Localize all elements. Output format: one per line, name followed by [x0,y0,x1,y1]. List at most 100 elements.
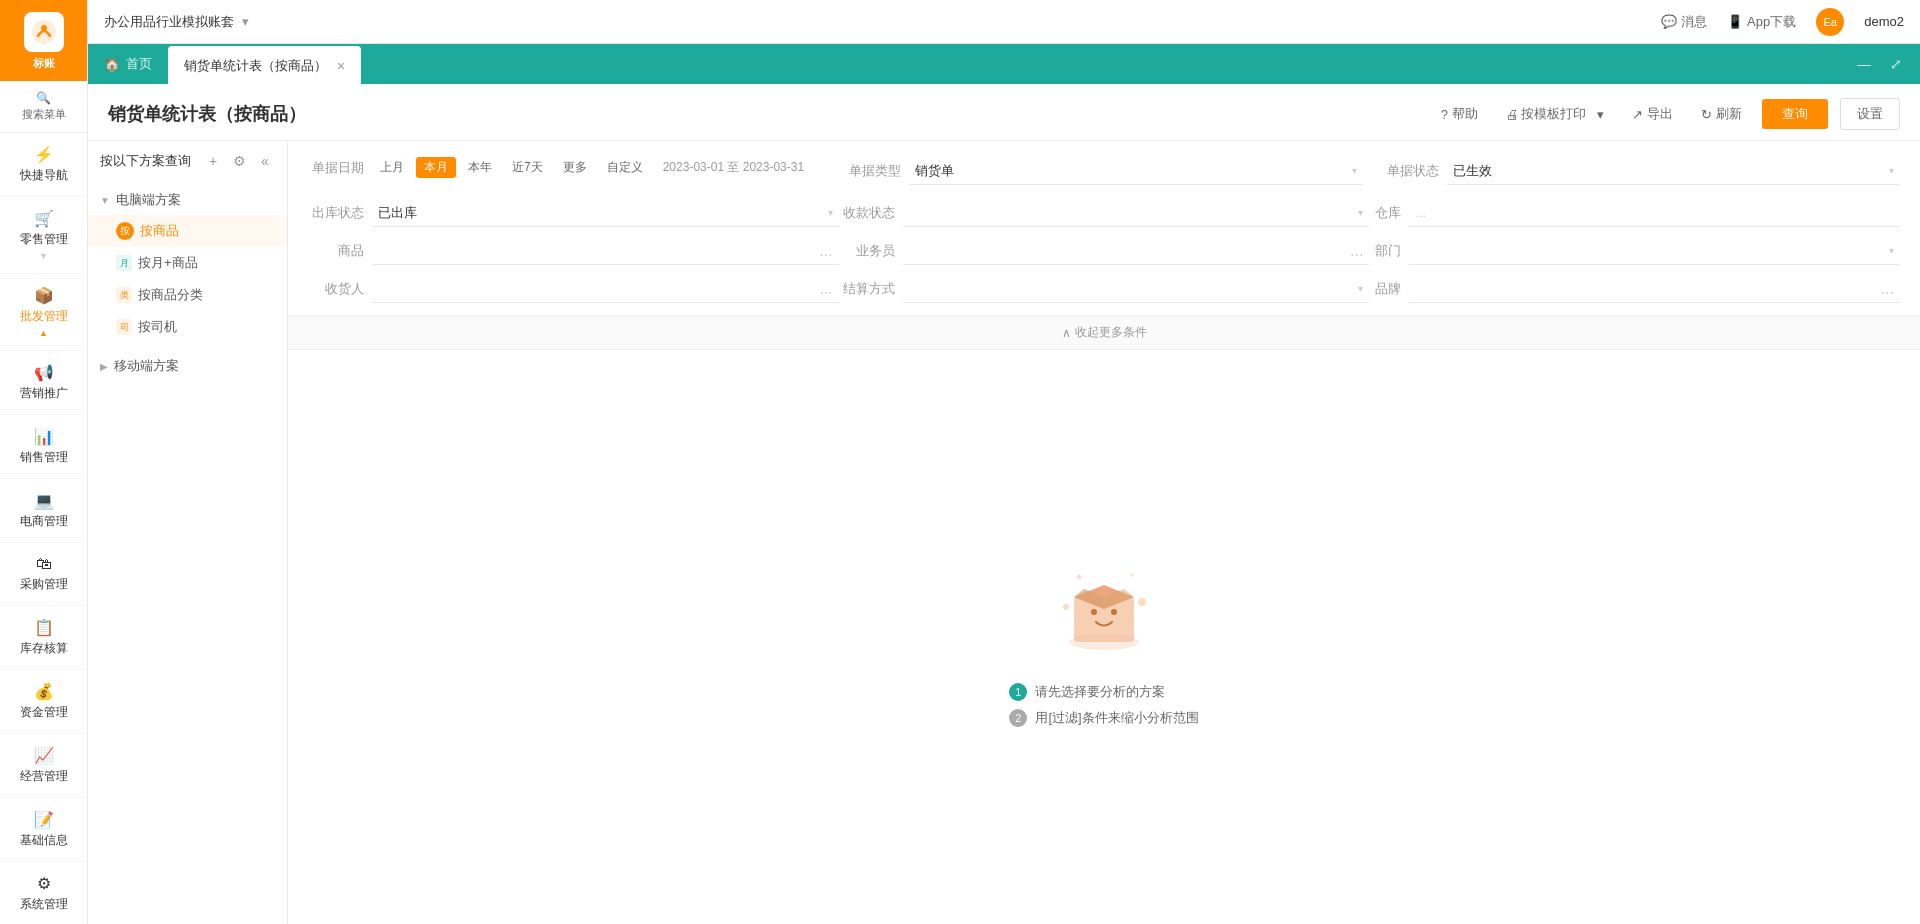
sidebar-item-retail[interactable]: 🛒 零售管理 ▼ [0,197,87,274]
date-tab-this-month[interactable]: 本月 [416,157,456,178]
date-tab-custom[interactable]: 自定义 [599,157,651,178]
payment-select[interactable]: ▾ [903,275,1370,303]
marketing-icon: 📢 [34,363,54,382]
search-label: 搜索菜单 [0,107,87,122]
warehouse-label: 仓库 [1369,204,1409,222]
date-filter-cell: 单据日期 上月 本月 本年 近7天 更多 自定义 [308,153,825,182]
tree-group-desktop[interactable]: ▼ 电脑端方案 [88,185,287,215]
doc-type-value: 销货单 [915,162,1351,180]
print-dropdown-arrow[interactable]: ▾ [1590,107,1604,122]
brand-label: 品牌 [1369,280,1409,298]
consignee-dots[interactable]: ... [819,280,832,298]
tab-minimize-btn[interactable]: — [1852,52,1876,76]
svg-point-1 [41,25,47,31]
inventory-icon: 📋 [34,618,54,637]
user-name[interactable]: demo2 [1864,14,1904,29]
collection-status-select[interactable]: ▾ [903,199,1370,227]
goods-select[interactable]: ... [372,237,839,265]
sidebar-item-basic-info[interactable]: 📝 基础信息 [0,798,87,862]
date-tab-this-year[interactable]: 本年 [460,157,500,178]
doc-type-select[interactable]: 销货单 ▾ [909,157,1362,185]
sales-icon: 📊 [34,427,54,446]
tree-item-by-month-goods[interactable]: 月 按月+商品 [88,247,287,279]
tree-group-label-mobile: 移动端方案 [114,357,179,375]
tab-active[interactable]: 销货单统计表（按商品） × [168,46,361,86]
app-logo[interactable]: 标账 [0,0,87,81]
collapse-arrow-icon: ∧ [1062,326,1071,340]
tab-expand-btn[interactable]: ⤢ [1884,52,1908,76]
sidebar-item-marketing[interactable]: 📢 营销推广 [0,351,87,415]
sidebar-item-wholesale[interactable]: 📦 批发管理 ▲ [0,274,87,351]
tab-bar: 🏠 首页 销货单统计表（按商品） × — ⤢ [88,44,1920,84]
sidebar-item-inventory[interactable]: 📋 库存核算 [0,606,87,670]
sidebar-item-system[interactable]: ⚙ 系统管理 [0,862,87,924]
tree-group-mobile[interactable]: ▶ 移动端方案 [88,351,287,381]
salesperson-dots[interactable]: ... [1350,242,1363,260]
industry-dropdown-btn[interactable]: ▾ [242,14,249,29]
export-btn[interactable]: ↗ 导出 [1624,101,1681,127]
operations-label: 经营管理 [20,768,68,785]
home-tab-label: 首页 [126,55,152,73]
sidebar-item-quicknav[interactable]: ⚡ 快捷导航 [0,133,87,197]
tree-item-by-goods[interactable]: 按 按商品 [88,215,287,247]
left-panel-settings-btn[interactable]: ⚙ [229,151,249,171]
payment-label: 结算方式 [839,280,903,298]
basic-info-icon: 📝 [34,810,54,829]
consignee-select[interactable]: ... [372,275,839,303]
date-tab-more[interactable]: 更多 [555,157,595,178]
brand-dots[interactable]: ... [1881,280,1894,298]
tab-home[interactable]: 🏠 首页 [88,44,168,84]
date-label: 单据日期 [308,159,372,177]
left-panel-collapse-btn[interactable]: « [255,151,275,171]
left-panel-add-btn[interactable]: + [203,151,223,171]
collapse-bar[interactable]: ∧ 收起更多条件 [288,316,1920,350]
refresh-label: 刷新 [1716,105,1742,123]
goods-filter-cell: 商品 ... [308,237,839,265]
svg-point-10 [1138,598,1146,606]
right-panel: 单据日期 上月 本月 本年 近7天 更多 自定义 [288,141,1920,924]
brand-select[interactable]: ... [1409,275,1900,303]
refresh-btn[interactable]: ↻ 刷新 [1693,101,1750,127]
tab-close-btn[interactable]: × [337,58,345,74]
out-status-arrow: ▾ [828,207,833,218]
page-title: 销货单统计表（按商品） [108,102,306,126]
department-select[interactable]: ▾ [1409,237,1900,265]
query-btn[interactable]: 查询 [1762,99,1828,129]
tree-item-by-category[interactable]: 类 按商品分类 [88,279,287,311]
collection-status-filter-cell: 收款状态 ▾ [839,199,1370,227]
app-download-icon: 📱 [1727,14,1743,29]
help-btn[interactable]: ? 帮助 [1433,101,1486,127]
date-tab-last-month[interactable]: 上月 [372,157,412,178]
sidebar-item-sales[interactable]: 📊 销售管理 [0,415,87,479]
sidebar-item-operations[interactable]: 📈 经营管理 [0,734,87,798]
consignee-label: 收货人 [308,280,372,298]
sidebar-item-ecommerce[interactable]: 💻 电商管理 [0,479,87,543]
avatar[interactable]: Ea [1816,8,1844,36]
date-filter-control[interactable]: 上月 本月 本年 近7天 更多 自定义 2023-03-01 至 2023-03… [372,157,825,178]
warehouse-select[interactable]: ... [1409,199,1900,227]
empty-state: 1 请先选择要分析的方案 2 用[过滤]条件来缩小分析范围 [288,350,1920,924]
sidebar-item-finance[interactable]: 💰 资金管理 [0,670,87,734]
main-layout: 按以下方案查询 + ⚙ « ▼ 电脑端方案 [88,141,1920,924]
date-tabs: 上月 本月 本年 近7天 更多 自定义 [372,157,651,178]
app-download-btn[interactable]: 📱 App下载 [1727,13,1796,31]
doc-status-select[interactable]: 已生效 ▾ [1447,157,1900,185]
salesperson-select[interactable]: ... [903,237,1370,265]
tree-item-by-driver[interactable]: 司 按司机 [88,311,287,343]
sidebar-search-btn[interactable]: 🔍 搜索菜单 [0,81,87,133]
help-icon: ? [1441,107,1448,122]
sidebar-item-purchase[interactable]: 🛍 采购管理 [0,543,87,606]
out-status-select[interactable]: 已出库 ▾ [372,199,839,227]
settings-btn[interactable]: 设置 [1840,98,1900,130]
tree-section-desktop: ▼ 电脑端方案 按 按商品 月 按月+商品 类 [88,181,287,347]
print-btn[interactable]: 🖨 按模板打印 ▾ [1498,101,1612,127]
date-tab-7-days[interactable]: 近7天 [504,157,551,178]
doc-status-filter-cell: 单据状态 已生效 ▾ [1383,153,1900,189]
goods-dots[interactable]: ... [819,242,832,260]
tree-expand-icon: ▼ [100,195,110,206]
consignee-filter-cell: 收货人 ... [308,275,839,303]
out-status-value: 已出库 [378,204,828,222]
message-btn[interactable]: 💬 消息 [1661,13,1707,31]
wholesale-icon: 📦 [34,286,54,305]
tip-text-2: 用[过滤]条件来缩小分析范围 [1035,709,1198,727]
